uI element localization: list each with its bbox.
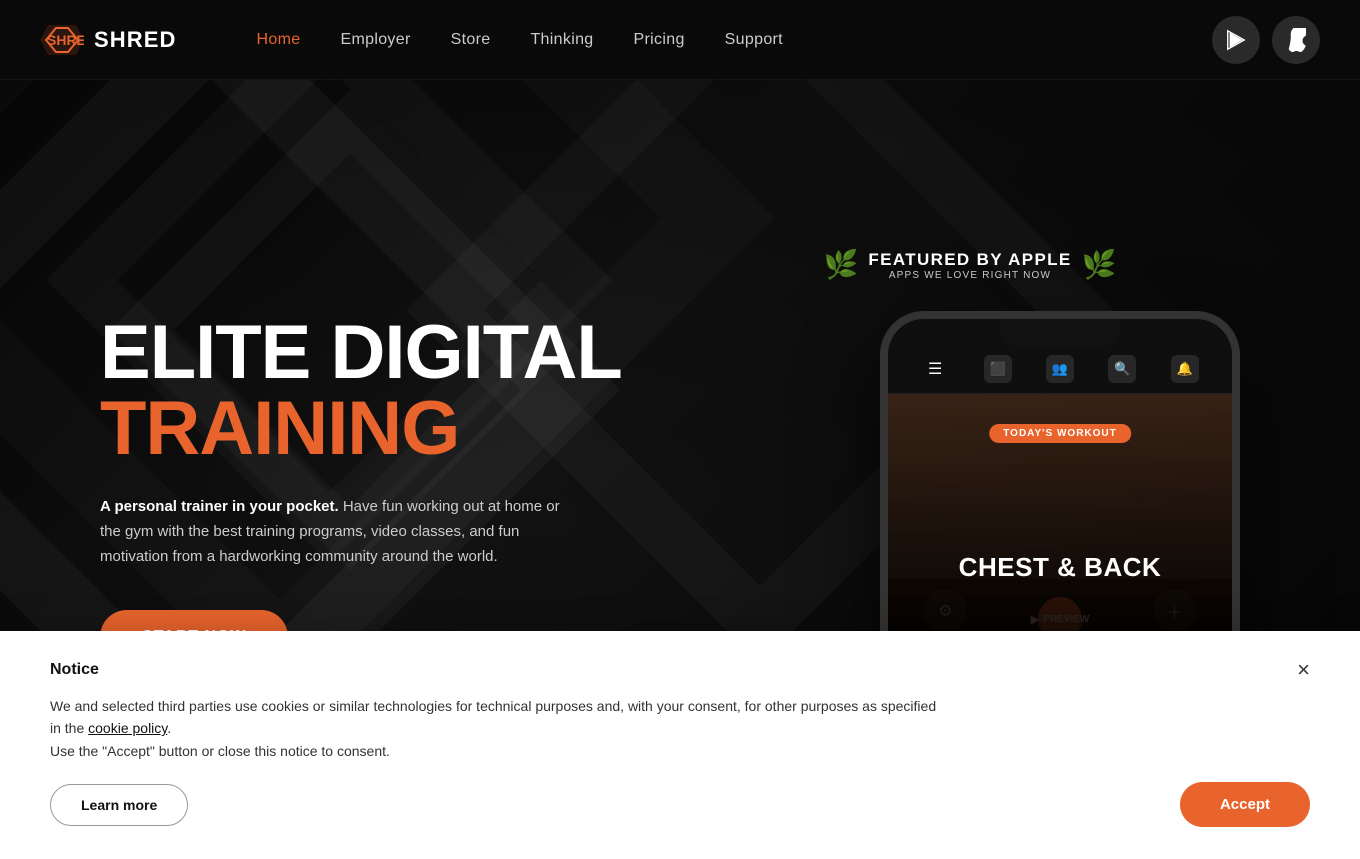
nav-support[interactable]: Support bbox=[725, 31, 783, 49]
featured-title: FEATURED BY APPLE bbox=[868, 250, 1071, 270]
cookie-policy-link[interactable]: cookie policy bbox=[88, 720, 167, 736]
hero-headline: ELITE DIGITAL TRAINING bbox=[100, 315, 700, 467]
headline-orange: TRAINING bbox=[100, 386, 459, 471]
nav-employer[interactable]: Employer bbox=[340, 31, 410, 49]
cookie-close-button[interactable]: × bbox=[1297, 659, 1310, 681]
search-icon[interactable]: 🔍 bbox=[1108, 355, 1136, 383]
cookie-body-text-3: Use the "Accept" button or close this no… bbox=[50, 743, 390, 759]
nav-thinking[interactable]: Thinking bbox=[530, 31, 593, 49]
cookie-notice: Notice × We and selected third parties u… bbox=[0, 631, 1360, 859]
cookie-body: We and selected third parties use cookie… bbox=[50, 695, 950, 762]
phone-inner: ☰ ⬛ 👥 🔍 🔔 TODAY'S WORKOUT CHEST & BACK bbox=[888, 319, 1232, 683]
cookie-title: Notice bbox=[50, 661, 99, 679]
cookie-header: Notice × bbox=[50, 659, 1310, 681]
cookie-body-text-2: . bbox=[167, 720, 171, 736]
featured-subtitle: APPS WE LOVE RIGHT NOW bbox=[868, 270, 1071, 281]
brand-name: SHRED bbox=[94, 27, 177, 53]
nav-actions bbox=[1212, 16, 1320, 64]
subtext-bold: A personal trainer in your pocket. bbox=[100, 498, 339, 515]
nav-home[interactable]: Home bbox=[257, 31, 301, 49]
nav-pricing[interactable]: Pricing bbox=[634, 31, 685, 49]
hero-right: 🌿 FEATURED BY APPLE APPS WE LOVE RIGHT N… bbox=[700, 248, 1260, 691]
nav-store[interactable]: Store bbox=[451, 31, 491, 49]
workout-title: CHEST & BACK bbox=[888, 552, 1232, 583]
workout-icon[interactable]: ⬛ bbox=[984, 355, 1012, 383]
learn-more-button[interactable]: Learn more bbox=[50, 784, 188, 826]
navbar: SHRED SHRED Home Employer Store Thinking… bbox=[0, 0, 1360, 80]
laurel-left-icon: 🌿 bbox=[824, 248, 859, 281]
laurel-right-icon: 🌿 bbox=[1082, 248, 1117, 281]
nav-links: Home Employer Store Thinking Pricing Sup… bbox=[257, 31, 1212, 49]
svg-text:SHRED: SHRED bbox=[47, 32, 84, 48]
phone-hero-image: TODAY'S WORKOUT CHEST & BACK ⚙ Custom ▶ bbox=[888, 394, 1232, 663]
featured-text: FEATURED BY APPLE APPS WE LOVE RIGHT NOW bbox=[868, 248, 1071, 281]
menu-icon[interactable]: ☰ bbox=[921, 355, 949, 383]
headline-white: ELITE DIGITAL bbox=[100, 310, 622, 395]
phone-topbar: ☰ ⬛ 👥 🔍 🔔 bbox=[888, 319, 1232, 394]
accept-button[interactable]: Accept bbox=[1180, 782, 1310, 827]
cookie-body-text-1: We and selected third parties use cookie… bbox=[50, 698, 936, 736]
people-icon[interactable]: 👥 bbox=[1046, 355, 1074, 383]
featured-badge: 🌿 FEATURED BY APPLE APPS WE LOVE RIGHT N… bbox=[824, 248, 1117, 281]
hero-subtext: A personal trainer in your pocket. Have … bbox=[100, 495, 580, 569]
cookie-actions: Learn more Accept bbox=[50, 782, 1310, 827]
workout-label: TODAY'S WORKOUT bbox=[989, 424, 1131, 443]
hero-left: ELITE DIGITAL TRAINING A personal traine… bbox=[100, 275, 700, 663]
google-play-button[interactable] bbox=[1212, 16, 1260, 64]
logo[interactable]: SHRED SHRED bbox=[40, 23, 177, 57]
apple-store-button[interactable] bbox=[1272, 16, 1320, 64]
bell-icon[interactable]: 🔔 bbox=[1171, 355, 1199, 383]
